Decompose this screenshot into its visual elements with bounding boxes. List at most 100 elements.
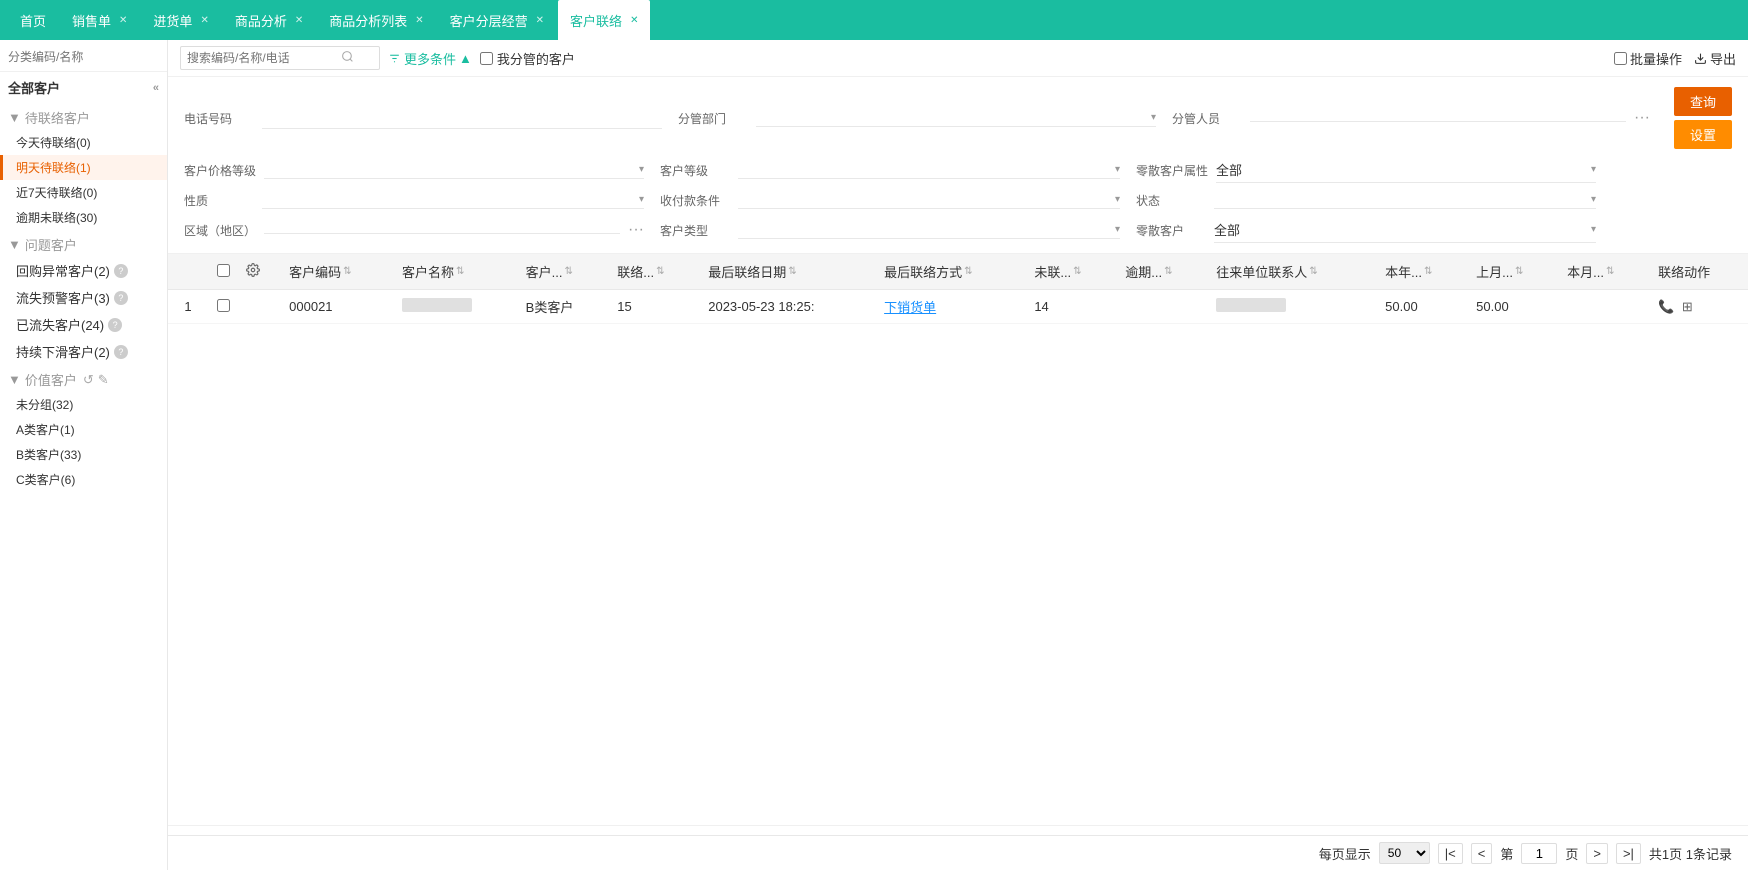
page-next-btn[interactable]: > (1586, 843, 1608, 864)
page-number-input[interactable] (1521, 843, 1557, 864)
info-icon-churn-warning[interactable]: ? (114, 291, 128, 305)
filter-dept: 分管部门 ▾ (678, 109, 1156, 127)
sidebar-item-class-c[interactable]: C类客户(6) (0, 467, 167, 492)
nav-sales[interactable]: 销售单 ✕ (60, 0, 139, 40)
info-icon-declining[interactable]: ? (114, 345, 128, 359)
sidebar-item-7days[interactable]: 近7天待联络(0) (0, 180, 167, 205)
sort-icon-month[interactable]: ⇅ (1606, 266, 1614, 277)
main-search-icon[interactable] (341, 50, 354, 66)
th-last-month: 上月...⇅ (1468, 254, 1559, 290)
sidebar-item-class-a[interactable]: A类客户(1) (0, 417, 167, 442)
nav-customer-contact[interactable]: 客户联络 ✕ (558, 0, 650, 40)
per-page-select[interactable]: 50 100 200 (1379, 842, 1430, 864)
sidebar-item-tomorrow[interactable]: 明天待联络(1) (0, 155, 167, 180)
nav-goods-analysis-list[interactable]: 商品分析列表 ✕ (317, 0, 435, 40)
sort-icon-name[interactable]: ⇅ (456, 266, 464, 277)
my-customer-check[interactable] (480, 52, 493, 65)
nav-close-customer-contact[interactable]: ✕ (630, 15, 638, 26)
cell-action: 📞 ⊞ (1650, 290, 1748, 324)
cell-overdue (1117, 290, 1208, 324)
filter-select-region[interactable] (264, 227, 620, 234)
filter-select-customer-level[interactable]: ▾ (738, 161, 1120, 179)
filter-select-person[interactable] (1250, 115, 1626, 122)
filter-select-price-level[interactable]: ▾ (264, 161, 644, 179)
main-search-input[interactable] (187, 51, 337, 65)
sort-icon-date[interactable]: ⇅ (788, 266, 796, 277)
filter-select-payment[interactable]: ▾ (738, 191, 1120, 209)
sidebar-all-customers[interactable]: 全部客户 « (0, 72, 167, 103)
sidebar-item-abnormal[interactable]: 回购异常客户(2) ? (0, 257, 167, 284)
sidebar-item-unclassified[interactable]: 未分组(32) (0, 392, 167, 417)
nav-close-customer-segment[interactable]: ✕ (536, 15, 544, 26)
sort-icon-type[interactable]: ⇅ (565, 266, 573, 277)
sort-icon-code[interactable]: ⇅ (343, 266, 351, 277)
nav-close-sales[interactable]: ✕ (119, 15, 127, 26)
cell-not-contact: 14 (1026, 290, 1117, 324)
action-phone-icon[interactable]: 📞 (1658, 299, 1674, 314)
cell-checkbox[interactable] (208, 290, 238, 324)
batch-check[interactable] (1614, 52, 1627, 65)
sidebar-item-today[interactable]: 今天待联络(0) (0, 130, 167, 155)
filter-input-phone[interactable] (262, 108, 662, 129)
group-arrow-problem: ▼ (8, 237, 21, 252)
setting-button[interactable]: 设置 (1674, 120, 1732, 149)
edit-icon-value[interactable]: ✎ (98, 372, 109, 388)
filter-customer-level: 客户等级 ▾ (660, 161, 1120, 179)
select-all-checkbox[interactable] (217, 264, 230, 277)
filter-retail-attr: 零散客户属性 全部 ▾ (1136, 157, 1596, 183)
sidebar-item-declining[interactable]: 持续下滑客户(2) ? (0, 338, 167, 365)
horizontal-scrollbar[interactable] (168, 825, 1748, 835)
sidebar-item-churned[interactable]: 已流失客户(24) ? (0, 311, 167, 338)
filter-select-customer-type[interactable]: ▾ (738, 221, 1120, 239)
sort-icon-company[interactable]: ⇅ (1309, 266, 1317, 277)
export-btn[interactable]: 导出 (1694, 49, 1736, 68)
nav-customer-segment[interactable]: 客户分层经营 ✕ (438, 0, 556, 40)
nav-goods-analysis[interactable]: 商品分析 ✕ (223, 0, 315, 40)
dots-btn-region[interactable]: ··· (628, 221, 644, 239)
group-arrow-value: ▼ (8, 372, 21, 387)
nav-close-goods-analysis-list[interactable]: ✕ (415, 15, 423, 26)
sidebar-item-class-b[interactable]: B类客户(33) (0, 442, 167, 467)
dots-btn-person[interactable]: ··· (1634, 109, 1650, 127)
th-not-contact: 未联...⇅ (1026, 254, 1117, 290)
sort-icon-not[interactable]: ⇅ (1073, 266, 1081, 277)
filter-select-nature[interactable]: ▾ (262, 191, 644, 209)
page-first-btn[interactable]: |< (1438, 843, 1463, 864)
filter-person: 分管人员 ··· (1172, 109, 1650, 127)
table-container: 客户编码⇅ 客户名称⇅ 客户...⇅ 联络...⇅ 最后联络日期⇅ (168, 254, 1748, 825)
sidebar-item-churn-warning[interactable]: 流失预警客户(3) ? (0, 284, 167, 311)
sort-icon-lmonth[interactable]: ⇅ (1515, 266, 1523, 277)
action-grid-icon[interactable]: ⊞ (1682, 299, 1693, 314)
page-prev-btn[interactable]: < (1471, 843, 1493, 864)
filter-select-dept[interactable]: ▾ (756, 109, 1156, 127)
method-link[interactable]: 下销货单 (884, 300, 936, 315)
query-button[interactable]: 查询 (1674, 87, 1732, 116)
nav-purchase[interactable]: 进货单 ✕ (141, 0, 220, 40)
row-checkbox[interactable] (217, 299, 230, 312)
nav-close-purchase[interactable]: ✕ (200, 15, 208, 26)
sidebar-item-overdue[interactable]: 逾期未联络(30) (0, 205, 167, 230)
sort-icon-contact[interactable]: ⇅ (656, 266, 664, 277)
filter-label-retail-customer: 零散客户 (1136, 222, 1206, 239)
more-filter-btn[interactable]: 更多条件 ▲ (388, 49, 472, 68)
search-bar: 更多条件 ▲ 我分管的客户 批量操作 导出 (168, 40, 1748, 77)
filter-select-status[interactable]: ▾ (1214, 191, 1596, 209)
sort-icon-overdue[interactable]: ⇅ (1164, 266, 1172, 277)
sidebar-search-input[interactable] (8, 50, 163, 64)
info-icon-abnormal[interactable]: ? (114, 264, 128, 278)
chevron-down-retail: ▾ (1591, 164, 1596, 175)
cell-last-date: 2023-05-23 18:25: (700, 290, 876, 324)
settings-gear-icon[interactable] (246, 265, 260, 280)
filter-select-retail-attr[interactable]: 全部 ▾ (1216, 157, 1596, 183)
refresh-icon-value[interactable]: ↺ (83, 372, 94, 388)
cell-company-contact (1208, 290, 1377, 324)
nav-home[interactable]: 首页 (8, 0, 58, 40)
page-last-btn[interactable]: >| (1616, 843, 1641, 864)
sort-icon-method[interactable]: ⇅ (964, 266, 972, 277)
nav-close-goods-analysis[interactable]: ✕ (295, 15, 303, 26)
sort-icon-year[interactable]: ⇅ (1424, 266, 1432, 277)
batch-action-btn[interactable]: 批量操作 (1614, 49, 1682, 68)
my-customer-checkbox[interactable]: 我分管的客户 (480, 49, 575, 68)
info-icon-churned[interactable]: ? (108, 318, 122, 332)
filter-select-retail-customer[interactable]: 全部 ▾ (1214, 217, 1596, 243)
